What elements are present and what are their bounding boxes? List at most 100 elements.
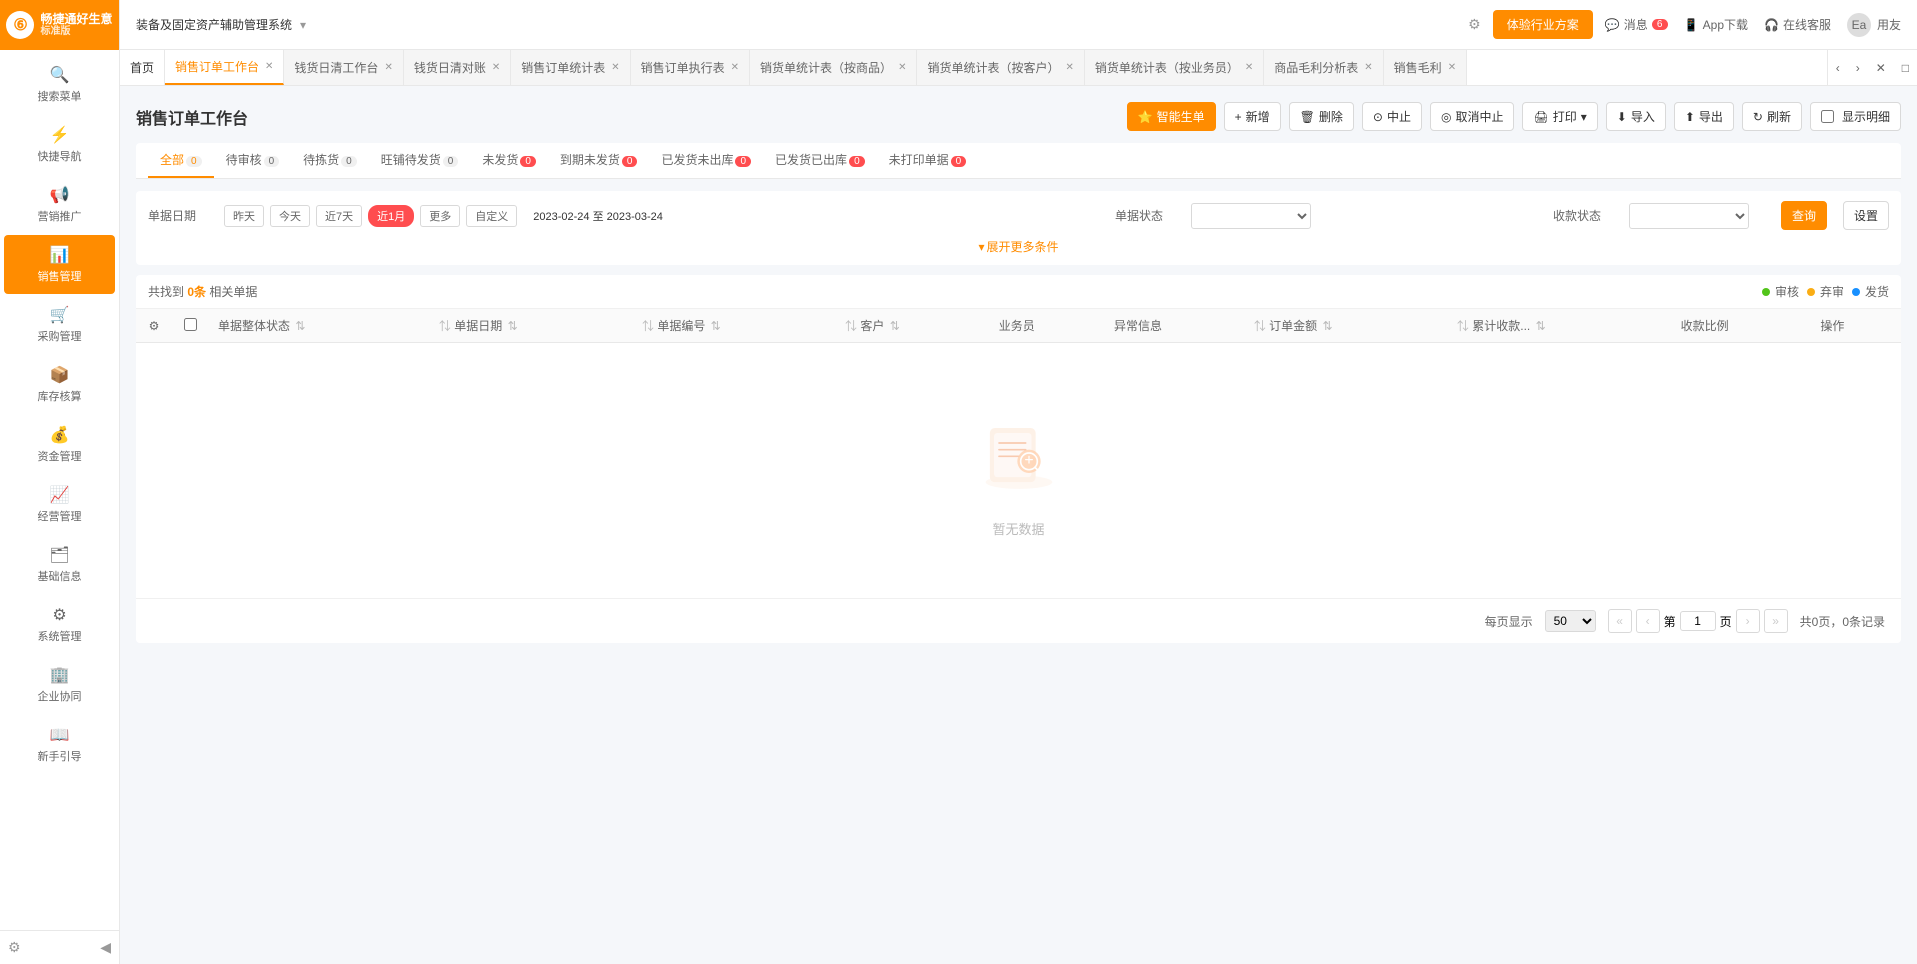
status-select[interactable] <box>1191 203 1311 229</box>
tab-sales-summary-product[interactable]: 销货单统计表（按商品）✕ <box>750 50 917 85</box>
message-btn[interactable]: 💬 消息 6 <box>1605 16 1668 33</box>
tab-sales-execute[interactable]: 销售订单执行表✕ <box>631 50 750 85</box>
tab-sales-summary-customer[interactable]: 销货单统计表（按客户）✕ <box>917 50 1084 85</box>
sort-status-icon[interactable]: ⇅ <box>295 319 305 333</box>
sort-date-icon-left: ⇅ <box>439 319 451 333</box>
message-count: 6 <box>1652 19 1668 30</box>
tab-cash-reconcile[interactable]: 钱货日清对账✕ <box>404 50 511 85</box>
tab-scroll-left-btn[interactable]: ‹ <box>1828 50 1848 85</box>
tab-close-icon[interactable]: ✕ <box>611 62 619 73</box>
review-action-btn[interactable]: 审核 <box>1762 283 1799 300</box>
sort-collected-icon[interactable]: ⇅ <box>1536 319 1546 333</box>
inventory-icon: 📦 <box>50 365 70 385</box>
sidebar-item-guide[interactable]: 📖新手引导 <box>4 715 115 774</box>
date-custom-btn[interactable]: 自定义 <box>466 205 517 227</box>
sidebar-collapse-btn[interactable]: ◀ <box>100 939 111 956</box>
user-menu[interactable]: Ea 用友 <box>1847 13 1901 37</box>
tab-scroll-right-btn[interactable]: › <box>1848 50 1868 85</box>
prev-page-btn[interactable]: ‹ <box>1636 609 1660 633</box>
tab-sales-summary-staff[interactable]: 销货单统计表（按业务员）✕ <box>1085 50 1264 85</box>
sidebar-item-basic-info[interactable]: 🗂基础信息 <box>4 535 115 594</box>
tab-home[interactable]: 首页 <box>120 50 165 85</box>
sidebar-item-inventory[interactable]: 📦库存核算 <box>4 355 115 414</box>
date-1month-btn[interactable]: 近1月 <box>368 205 414 227</box>
tab-sales-more[interactable]: 销售毛利✕ <box>1384 50 1467 85</box>
page-size-select[interactable]: 102050100 <box>1545 610 1596 632</box>
date-yesterday-btn[interactable]: 昨天 <box>224 205 264 227</box>
subtab-count: 0 <box>443 156 459 167</box>
tab-close-icon[interactable]: ✕ <box>265 61 273 72</box>
industry-btn[interactable]: 体验行业方案 <box>1493 10 1593 39</box>
sort-date-icon[interactable]: ⇅ <box>508 319 518 333</box>
date-today-btn[interactable]: 今天 <box>270 205 310 227</box>
sidebar-item-enterprise[interactable]: 🏢企业协同 <box>4 655 115 714</box>
last-page-btn[interactable]: » <box>1764 609 1788 633</box>
stop-btn[interactable]: ⊙ 中止 <box>1362 102 1422 131</box>
tab-nav-buttons: ‹ › ✕ □ <box>1827 50 1917 85</box>
settings-icon[interactable]: ⚙ <box>149 319 160 333</box>
tab-close-icon[interactable]: ✕ <box>384 62 392 73</box>
tab-close-icon[interactable]: ✕ <box>492 62 500 73</box>
subtab-wangpu-pending[interactable]: 旺铺待发货0 <box>369 143 471 178</box>
payment-select[interactable] <box>1629 203 1749 229</box>
ship-action-btn[interactable]: 发货 <box>1852 283 1889 300</box>
next-page-btn[interactable]: › <box>1736 609 1760 633</box>
tab-close-icon[interactable]: ✕ <box>731 62 739 73</box>
subtab-count: 0 <box>264 156 280 167</box>
show-detail-checkbox[interactable] <box>1821 110 1834 123</box>
refresh-btn[interactable]: ↻ 刷新 <box>1742 102 1802 131</box>
sort-number-icon[interactable]: ⇅ <box>711 319 721 333</box>
filter-settings-btn[interactable]: 设置 <box>1843 201 1889 230</box>
topbar-settings-btn[interactable]: ⚙ <box>1468 16 1481 33</box>
subtab-not-shipped[interactable]: 未发货0 <box>470 143 548 178</box>
tab-close-icon[interactable]: ✕ <box>1448 62 1456 73</box>
smart-create-btn[interactable]: ⭐ 智能生单 <box>1127 102 1216 131</box>
tab-sales-stats[interactable]: 销售订单统计表✕ <box>511 50 630 85</box>
cancel-review-action-btn[interactable]: 弃审 <box>1807 283 1844 300</box>
tab-maximize-btn[interactable]: □ <box>1894 50 1917 85</box>
print-btn[interactable]: 🖨 打印 ▾ <box>1522 102 1597 131</box>
cancel-stop-btn[interactable]: ◎ 取消中止 <box>1430 102 1515 131</box>
date-7days-btn[interactable]: 近7天 <box>316 205 362 227</box>
app-download-btn[interactable]: 📱 App下载 <box>1684 16 1748 33</box>
tab-close-icon[interactable]: ✕ <box>1065 62 1073 73</box>
subtab-pending-pickup[interactable]: 待拣货0 <box>291 143 369 178</box>
sidebar-item-finance[interactable]: 💰资金管理 <box>4 415 115 474</box>
sort-amount-icon[interactable]: ⇅ <box>1323 319 1333 333</box>
subtab-shipped-not-out[interactable]: 已发货未出库0 <box>649 143 763 178</box>
show-detail-label[interactable]: 显示明细 <box>1810 102 1901 131</box>
select-all-checkbox[interactable] <box>184 318 197 331</box>
first-page-btn[interactable]: « <box>1608 609 1632 633</box>
query-btn[interactable]: 查询 <box>1781 201 1827 230</box>
sidebar-item-marketing[interactable]: 📢营销推广 <box>4 175 115 234</box>
tab-close-icon[interactable]: ✕ <box>1364 62 1372 73</box>
import-btn[interactable]: ⬇ 导入 <box>1606 102 1666 131</box>
tab-close-icon[interactable]: ✕ <box>1245 62 1253 73</box>
tab-close-all-btn[interactable]: ✕ <box>1868 50 1894 85</box>
service-icon: 🎧 <box>1764 18 1779 32</box>
sidebar-item-operations[interactable]: 📈经营管理 <box>4 475 115 534</box>
sidebar-settings-btn[interactable]: ⚙ <box>8 939 21 956</box>
online-service-btn[interactable]: 🎧 在线客服 <box>1764 16 1831 33</box>
new-btn[interactable]: + 新增 <box>1224 102 1281 131</box>
delete-btn[interactable]: 🗑 删除 <box>1289 102 1354 131</box>
sidebar-item-quick-nav[interactable]: ⚡快捷导航 <box>4 115 115 174</box>
export-btn[interactable]: ⬆ 导出 <box>1674 102 1734 131</box>
tab-cash-daily[interactable]: 钱货日清工作台✕ <box>284 50 403 85</box>
tab-close-icon[interactable]: ✕ <box>898 62 906 73</box>
sort-customer-icon[interactable]: ⇅ <box>890 319 900 333</box>
subtab-pending-review[interactable]: 待审核0 <box>214 143 292 178</box>
subtab-expired-not-shipped[interactable]: 到期未发货0 <box>548 143 650 178</box>
expand-btn[interactable]: ▾ 展开更多条件 <box>978 238 1058 255</box>
tab-sales-order-workbench[interactable]: 销售订单工作台✕ <box>165 50 284 85</box>
sidebar-item-purchase[interactable]: 🛒采购管理 <box>4 295 115 354</box>
subtab-not-printed[interactable]: 未打印单据0 <box>877 143 979 178</box>
sidebar-item-search[interactable]: 🔍搜索菜单 <box>4 55 115 114</box>
subtab-shipped-out[interactable]: 已发货已出库0 <box>763 143 877 178</box>
date-more-btn[interactable]: 更多 <box>420 205 460 227</box>
page-number-input[interactable] <box>1680 611 1716 631</box>
tab-product-margin[interactable]: 商品毛利分析表✕ <box>1264 50 1383 85</box>
sidebar-item-sales[interactable]: 📊销售管理 <box>4 235 115 294</box>
subtab-all[interactable]: 全部0 <box>148 143 214 178</box>
sidebar-item-system[interactable]: ⚙系统管理 <box>4 595 115 654</box>
